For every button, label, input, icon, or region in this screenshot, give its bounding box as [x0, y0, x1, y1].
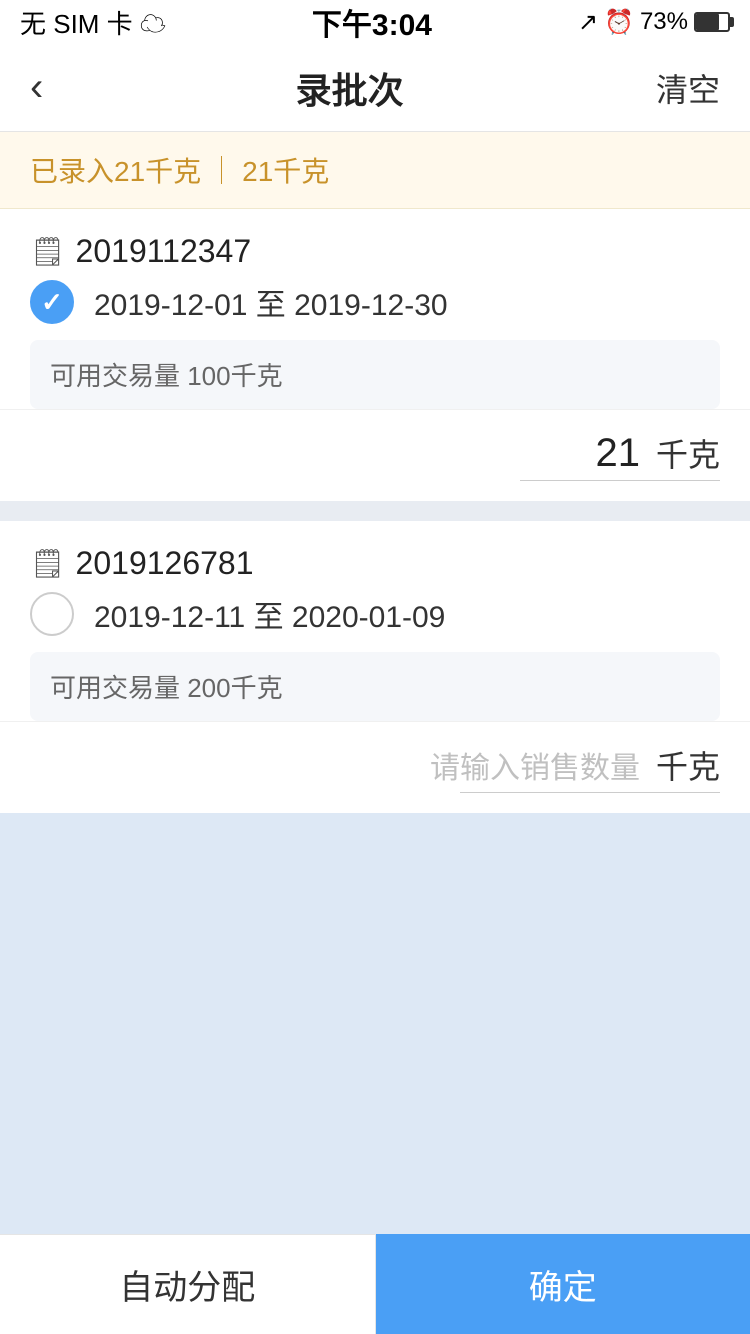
batch1-date: 2019-12-01 至 2019-12-30	[94, 280, 448, 324]
batch1-radio[interactable]	[30, 280, 74, 324]
background-area	[0, 813, 750, 1253]
batch2-input-inner: 请输入销售数量 千克	[430, 742, 720, 788]
batch2-radio[interactable]	[30, 592, 74, 636]
batch1-date-row[interactable]: 2019-12-01 至 2019-12-30	[30, 280, 720, 324]
section-separator	[0, 501, 750, 521]
back-button[interactable]: ‹	[30, 65, 43, 110]
status-left: 无 SIM 卡 ☁	[20, 4, 166, 41]
status-bar: 无 SIM 卡 ☁ 下午3:04 ↗ ⏰ 73%	[0, 0, 750, 44]
batch1-available: 可用交易量 100千克	[50, 361, 283, 391]
batch2-underline	[460, 792, 720, 793]
batch2-available: 可用交易量 200千克	[50, 673, 283, 703]
batch1-available-box: 可用交易量 100千克	[30, 340, 720, 409]
batch1-quantity-value[interactable]: 21	[595, 431, 640, 476]
batch2-unit: 千克	[656, 742, 720, 788]
nav-bar: ‹ 录批次 清空	[0, 44, 750, 132]
batch1-content: 🗒 2019112347 2019-12-01 至 2019-12-30 可用交…	[0, 209, 750, 409]
info-banner: 已录入21千克 21千克	[0, 132, 750, 209]
status-right: ↗ ⏰ 73%	[578, 8, 730, 37]
batch1-id-row: 🗒 2019112347	[30, 233, 720, 270]
batch-item-1: 🗒 2019112347 2019-12-01 至 2019-12-30 可用交…	[0, 209, 750, 501]
batch1-qty-inner: 21 千克	[595, 430, 720, 476]
battery-label: 73%	[640, 8, 688, 36]
location-icon: ↗	[578, 8, 598, 37]
battery-icon	[694, 12, 730, 32]
clear-button[interactable]: 清空	[656, 65, 720, 111]
auto-distribute-button[interactable]: 自动分配	[0, 1234, 376, 1334]
batch2-input-placeholder[interactable]: 请输入销售数量	[430, 743, 640, 787]
page-title: 录批次	[296, 62, 404, 114]
batch2-date: 2019-12-11 至 2020-01-09	[94, 592, 445, 636]
batch2-input-wrapper: 请输入销售数量 千克	[430, 742, 720, 793]
batch2-available-box: 可用交易量 200千克	[30, 652, 720, 721]
status-time: 下午3:04	[312, 0, 432, 44]
batch1-unit: 千克	[656, 430, 720, 476]
banner-divider	[221, 156, 222, 184]
batch2-input-row[interactable]: 请输入销售数量 千克	[0, 721, 750, 813]
batch1-id: 2019112347	[76, 233, 252, 270]
batch2-date-row[interactable]: 2019-12-11 至 2020-01-09	[30, 592, 720, 636]
batch2-id-row: 🗒 2019126781	[30, 545, 720, 582]
alarm-icon: ⏰	[604, 8, 634, 37]
bottom-bar: 自动分配 确定	[0, 1234, 750, 1334]
batch-item-2: 🗒 2019126781 2019-12-11 至 2020-01-09 可用交…	[0, 521, 750, 813]
batch1-quantity-wrapper: 21 千克	[520, 430, 720, 481]
batch1-underline	[520, 480, 720, 481]
batch2-id: 2019126781	[76, 545, 254, 582]
recorded-value: 21千克	[242, 150, 329, 190]
batch2-icon: 🗒	[30, 547, 66, 580]
confirm-button[interactable]: 确定	[376, 1234, 750, 1334]
recorded-label: 已录入21千克	[30, 150, 201, 190]
sim-status: 无 SIM 卡 ☁	[20, 4, 166, 41]
batch1-icon: 🗒	[30, 235, 66, 268]
batch1-quantity-row: 21 千克	[0, 409, 750, 501]
batch2-content: 🗒 2019126781 2019-12-11 至 2020-01-09 可用交…	[0, 521, 750, 721]
